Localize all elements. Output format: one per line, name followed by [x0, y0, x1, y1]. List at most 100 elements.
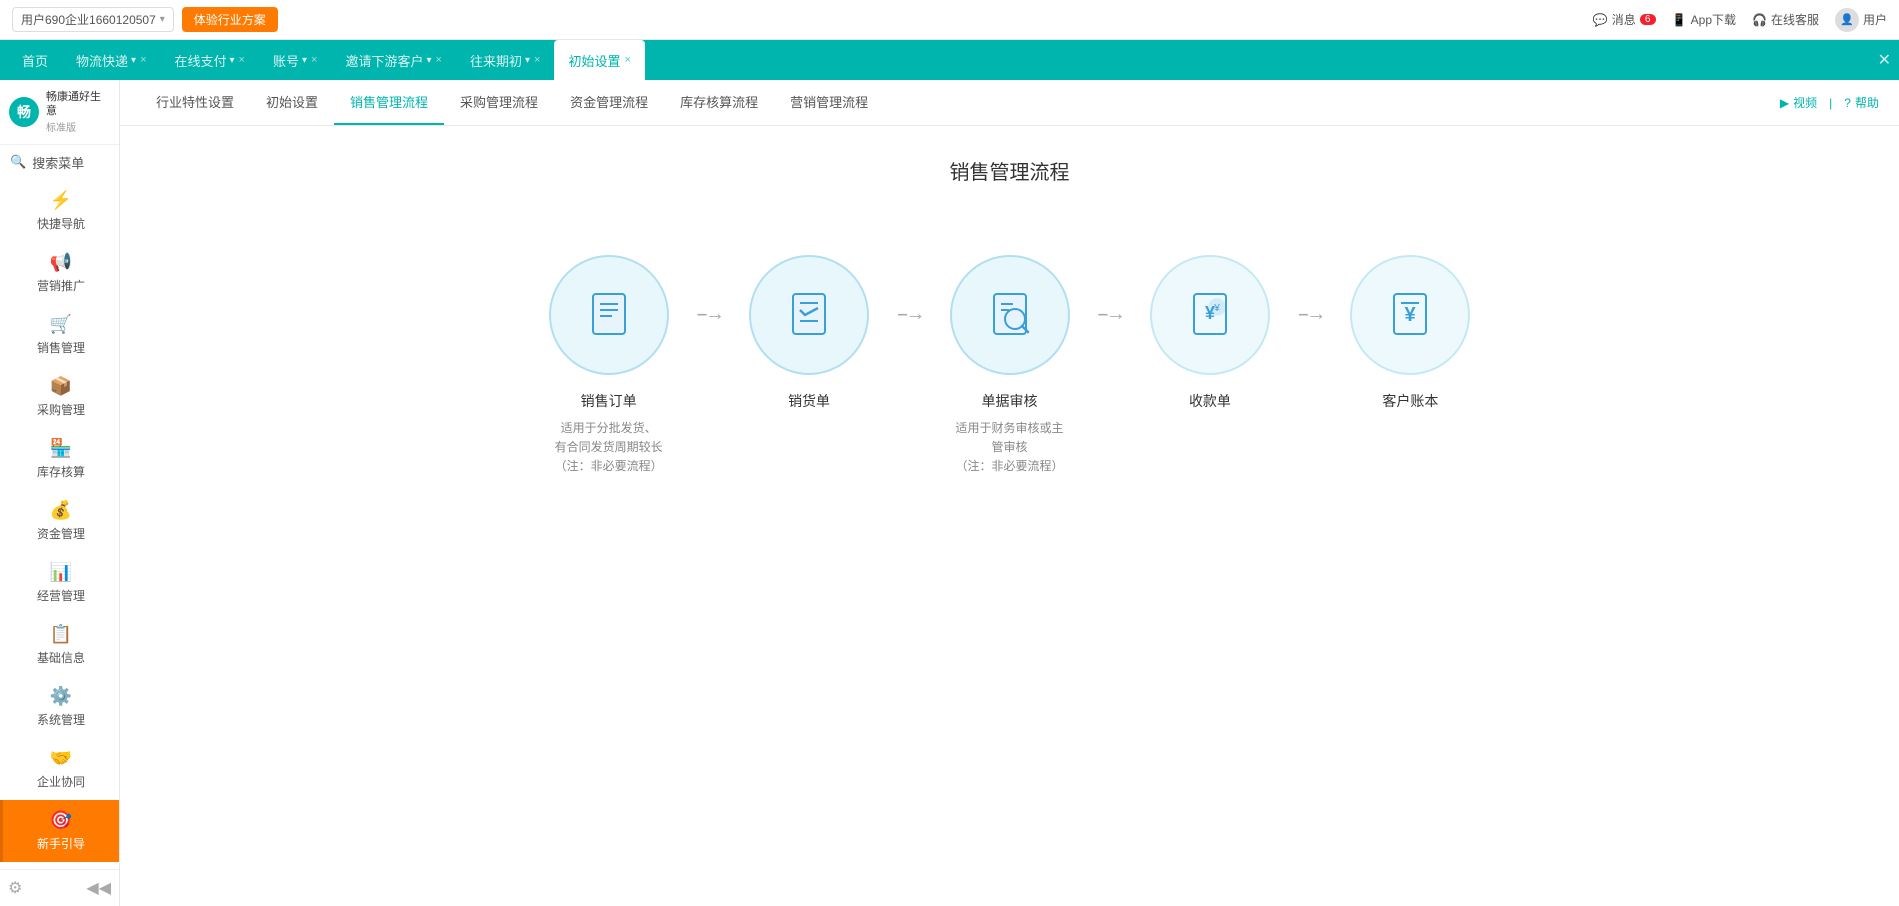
tab-period-label: 往来期初 — [470, 51, 522, 70]
close-icon[interactable]: × — [624, 54, 630, 66]
chevron-down-icon: ▾ — [525, 55, 530, 66]
help-label: 帮助 — [1855, 94, 1879, 111]
subtab-sales-flow[interactable]: 销售管理流程 — [334, 80, 444, 125]
video-help-item[interactable]: ▶ 视频 — [1780, 94, 1817, 111]
flow-circle-audit[interactable] — [950, 255, 1070, 375]
delivery-icon — [784, 289, 834, 342]
subtab-inventory-flow[interactable]: 库存核算流程 — [664, 80, 774, 125]
sidebar-item-operations[interactable]: 📊 经营管理 — [0, 552, 119, 614]
purchase-icon: 📦 — [50, 376, 72, 397]
close-icon[interactable]: × — [534, 54, 540, 66]
help-icon: ? — [1844, 96, 1851, 110]
sidebar-item-quick[interactable]: ⚡ 快捷导航 — [0, 180, 119, 242]
flow-step-delivery: 销货单 — [729, 255, 889, 419]
sidebar-item-label: 营销推广 — [37, 277, 85, 294]
marketing-promo-icon: 📢 — [50, 252, 72, 273]
user-selector[interactable]: 用户690企业1660120507 ▾ — [12, 7, 174, 32]
tab-invite[interactable]: 邀请下游客户 ▾ × — [331, 40, 455, 80]
message-badge: 6 — [1640, 14, 1656, 25]
tab-account-label: 账号 — [273, 51, 299, 70]
subtab-finance-flow[interactable]: 资金管理流程 — [554, 80, 664, 125]
close-icon[interactable]: × — [436, 54, 442, 66]
flow-container: 销售订单 适用于分批发货、有合同发货周期较长（注：非必要流程） - - → — [160, 235, 1859, 497]
message-item[interactable]: 💬 消息 6 — [1593, 11, 1656, 28]
sidebar-item-label: 采购管理 — [37, 401, 85, 418]
close-icon[interactable]: × — [311, 54, 317, 66]
content-area: 行业特性设置 初始设置 销售管理流程 采购管理流程 资金管理流程 库存核算流程 — [120, 80, 1899, 906]
tab-home[interactable]: 首页 — [8, 40, 62, 80]
chevron-down-icon: ▾ — [302, 55, 307, 66]
flow-circle-account-book[interactable]: ¥ — [1350, 255, 1470, 375]
sub-tabs: 行业特性设置 初始设置 销售管理流程 采购管理流程 资金管理流程 库存核算流程 — [120, 80, 1899, 126]
subtab-industry-label: 行业特性设置 — [156, 95, 234, 110]
main-layout: 畅 畅康通好生意 标准版 🔍 搜索菜单 ⚡ 快捷导航 📢 营销推广 🛒 — [0, 80, 1899, 906]
flow-step-sales-order: 销售订单 适用于分批发货、有合同发货周期较长（注：非必要流程） — [529, 255, 689, 477]
sidebar-item-app-center[interactable]: 📱 应用中心 — [0, 862, 119, 869]
close-icon[interactable]: × — [239, 54, 245, 66]
sidebar-item-system[interactable]: ⚙️ 系统管理 — [0, 676, 119, 738]
subtab-init[interactable]: 初始设置 — [250, 80, 334, 125]
sidebar-item-label: 经营管理 — [37, 587, 85, 604]
sidebar-item-purchase[interactable]: 📦 采购管理 — [0, 366, 119, 428]
tab-init[interactable]: 初始设置 × — [554, 40, 644, 80]
flow-step-account-book: ¥ 客户账本 — [1330, 255, 1490, 419]
headset-icon: 🎧 — [1752, 13, 1767, 27]
sidebar-item-basic[interactable]: 📋 基础信息 — [0, 614, 119, 676]
subtab-inventory-flow-label: 库存核算流程 — [680, 95, 758, 110]
service-item[interactable]: 🎧 在线客服 — [1752, 11, 1819, 28]
flow-step-audit: 单据审核 适用于财务审核或主管审核（注：非必要流程） — [930, 255, 1090, 477]
svg-text:¥: ¥ — [1405, 304, 1417, 326]
newbie-icon: 🎯 — [50, 810, 72, 831]
basic-icon: 📋 — [50, 624, 72, 645]
sidebar-item-label: 资金管理 — [37, 525, 85, 542]
settings-button[interactable]: ⚙ — [8, 878, 22, 898]
trial-button[interactable]: 体验行业方案 — [182, 7, 278, 32]
sidebar-logo: 畅 畅康通好生意 标准版 — [0, 80, 119, 145]
flow-circle-delivery[interactable] — [749, 255, 869, 375]
flow-circle-receipt[interactable]: ¥ ¥ — [1150, 255, 1270, 375]
logo-icon: 畅 — [8, 96, 40, 128]
sidebar-item-inventory[interactable]: 🏪 库存核算 — [0, 428, 119, 490]
flow-arrow-2: - - → — [889, 303, 929, 326]
sales-icon: 🛒 — [50, 314, 72, 335]
sidebar-item-label: 快捷导航 — [37, 215, 85, 232]
sidebar-item-finance[interactable]: 💰 资金管理 — [0, 490, 119, 552]
sidebar-item-sales[interactable]: 🛒 销售管理 — [0, 304, 119, 366]
video-icon: ▶ — [1780, 96, 1789, 110]
subtab-purchase-flow-label: 采购管理流程 — [460, 95, 538, 110]
flow-step-label: 收款单 — [1189, 391, 1231, 411]
collapse-button[interactable]: ◀◀ — [86, 878, 111, 898]
sidebar-item-corp[interactable]: 🤝 企业协同 — [0, 738, 119, 800]
help-item[interactable]: ? 帮助 — [1844, 94, 1879, 111]
user-label: 用户690企业1660120507 — [21, 11, 156, 28]
subtab-marketing-flow-label: 营销管理流程 — [790, 95, 868, 110]
sidebar-search[interactable]: 🔍 搜索菜单 — [0, 145, 119, 180]
video-label: 视频 — [1793, 94, 1817, 111]
subtab-purchase-flow[interactable]: 采购管理流程 — [444, 80, 554, 125]
chevron-down-icon: ▾ — [131, 55, 136, 66]
flow-circle-sales-order[interactable] — [549, 255, 669, 375]
user-avatar-item[interactable]: 👤 用户 — [1835, 8, 1887, 32]
close-all-tabs[interactable]: ✕ — [1878, 50, 1891, 70]
message-icon: 💬 — [1593, 13, 1608, 27]
subtab-sales-flow-label: 销售管理流程 — [350, 95, 428, 110]
flow-arrow-4: - - → — [1290, 303, 1330, 326]
flow-step-receipt: ¥ ¥ 收款单 — [1130, 255, 1290, 419]
avatar: 👤 — [1835, 8, 1859, 32]
sidebar-item-label: 库存核算 — [37, 463, 85, 480]
sidebar-item-marketing-promo[interactable]: 📢 营销推广 — [0, 242, 119, 304]
sub-tabs-left: 行业特性设置 初始设置 销售管理流程 采购管理流程 资金管理流程 库存核算流程 — [140, 80, 884, 125]
tab-period[interactable]: 往来期初 ▾ × — [456, 40, 554, 80]
tab-logistics[interactable]: 物流快递 ▾ × — [62, 40, 160, 80]
page-title: 销售管理流程 — [160, 156, 1859, 185]
close-icon[interactable]: × — [140, 54, 146, 66]
app-download-item[interactable]: 📱 App下载 — [1672, 11, 1736, 28]
sidebar-item-newbie[interactable]: 🎯 新手引导 — [0, 800, 119, 862]
message-label: 消息 — [1612, 11, 1636, 28]
tab-account[interactable]: 账号 ▾ × — [259, 40, 331, 80]
chevron-down-icon: ▾ — [230, 55, 235, 66]
sidebar-footer: ⚙ ◀◀ — [0, 869, 119, 906]
tab-payment[interactable]: 在线支付 ▾ × — [161, 40, 259, 80]
subtab-marketing-flow[interactable]: 营销管理流程 — [774, 80, 884, 125]
subtab-industry[interactable]: 行业特性设置 — [140, 80, 250, 125]
